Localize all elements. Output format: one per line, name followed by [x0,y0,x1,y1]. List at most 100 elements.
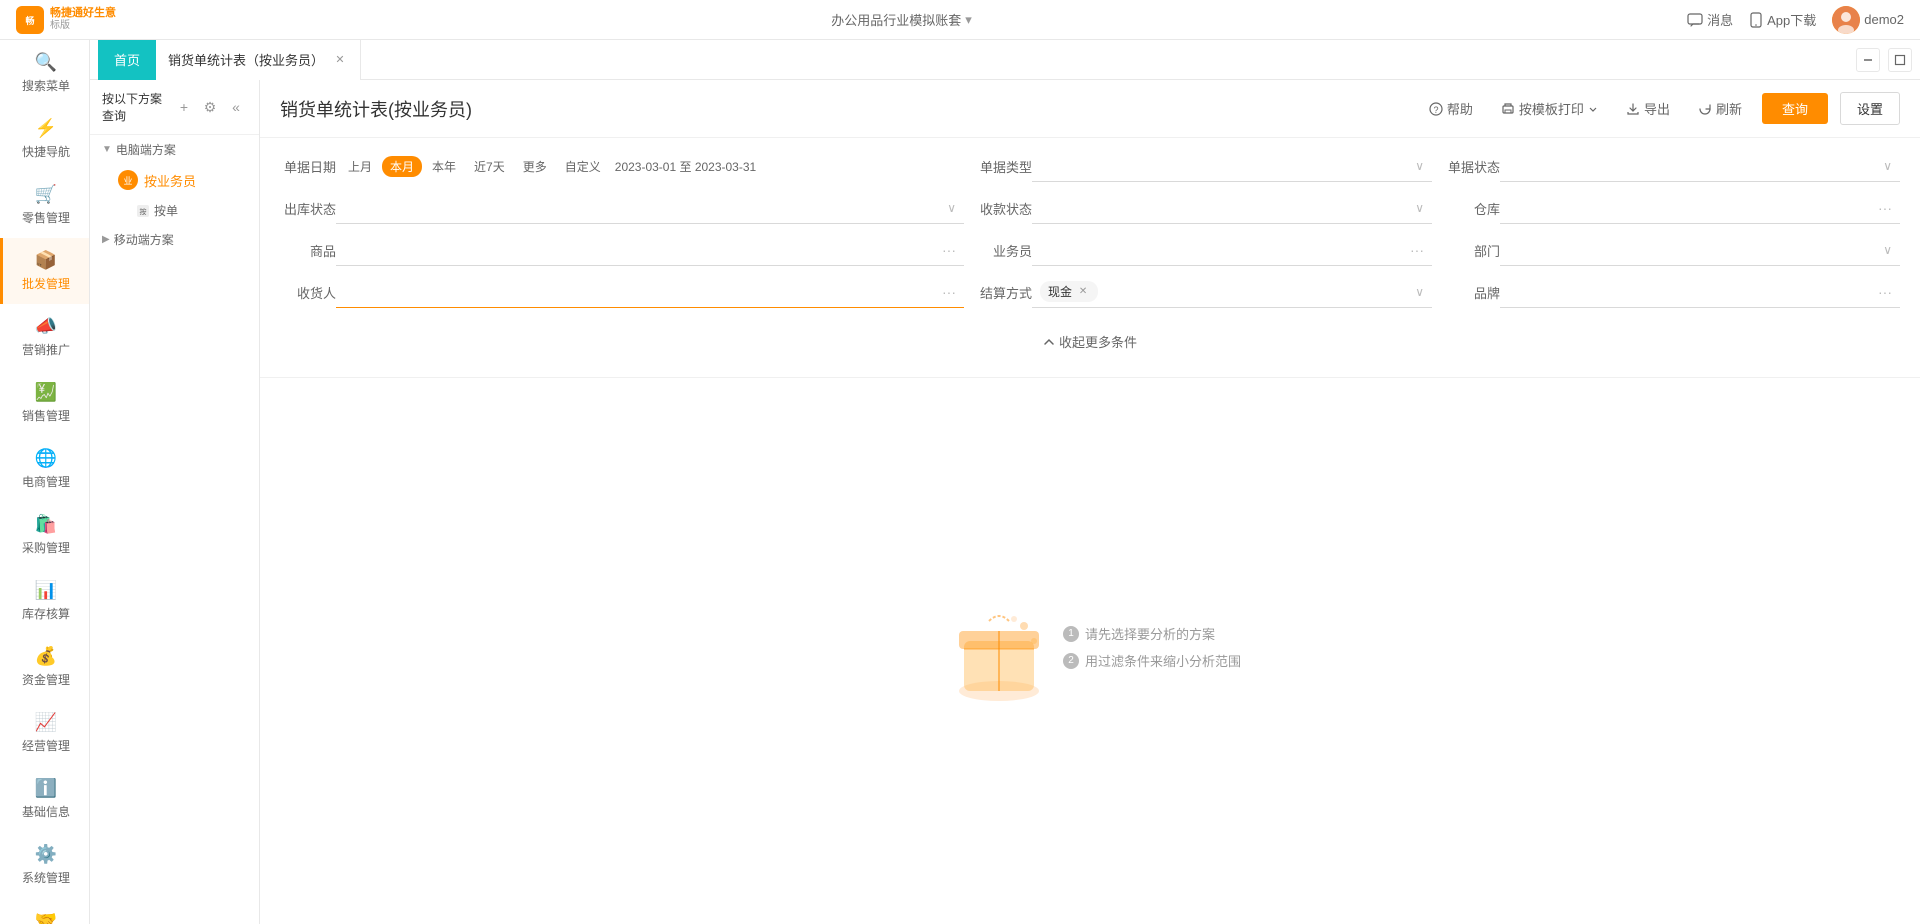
warehouse-field[interactable] [1508,200,1878,215]
tab-home-label: 首页 [114,50,140,69]
help-button[interactable]: ? 帮助 [1421,95,1481,122]
print-label: 按模板打印 [1519,99,1584,118]
page-content: 按以下方案查询 + ⚙ « ▼ 电脑端方案 业 按业务员 [90,80,1920,924]
empty-state: 1 请先选择要分析的方案 2 用过滤条件来缩小分析范围 [260,378,1920,924]
doc-type-input[interactable]: ∨ [1032,150,1432,182]
payment-status-input[interactable]: ∨ [1032,192,1432,224]
export-icon [1626,102,1640,116]
doc-type-field[interactable] [1040,158,1415,173]
user-menu[interactable]: demo2 [1832,6,1904,34]
page-title: 销货单统计表(按业务员) [280,96,472,122]
sidebar-item-finance[interactable]: 💰 资金管理 [0,634,89,700]
scheme-settings-button[interactable]: ⚙ [199,96,221,118]
tab-maximize-button[interactable] [1888,48,1912,72]
settlement-tag: 现金 ✕ [1040,281,1098,302]
print-chevron-icon [1588,104,1598,114]
salesperson-input[interactable]: ··· [1032,234,1432,266]
scheme-active-item[interactable]: 业 按业务员 [90,164,259,196]
app-download-button[interactable]: App下载 [1749,10,1816,29]
sidebar-item-ecommerce[interactable]: 🌐 电商管理 [0,436,89,502]
operations-icon: 📈 [35,712,57,733]
sidebar-item-quick-nav[interactable]: ⚡ 快捷导航 [0,106,89,172]
sidebar-item-sales[interactable]: 💹 销售管理 [0,370,89,436]
header-right: 消息 App下载 demo2 [1687,6,1904,34]
warehouse-input[interactable]: ··· [1500,192,1900,224]
date-range-text: 2023-03-01 至 2023-03-31 [615,158,756,175]
message-button[interactable]: 消息 [1687,10,1733,29]
date-last-month-button[interactable]: 上月 [340,156,380,177]
collapse-button[interactable]: 收起更多条件 [1027,326,1153,357]
salesperson-dots[interactable]: ··· [1410,242,1424,258]
sidebar-item-system[interactable]: ⚙️ 系统管理 [0,832,89,898]
filter-area: 单据日期 上月 本月 本年 近7天 更多 自定义 20 [260,138,1920,378]
tab-close-button[interactable]: ✕ [332,52,348,68]
hint-1-num: 1 [1063,626,1079,642]
collapse-label: 收起更多条件 [1059,332,1137,351]
out-status-input[interactable]: ∨ [336,192,964,224]
date-custom-button[interactable]: 自定义 [557,156,609,177]
salesperson-field[interactable] [1040,242,1410,257]
scheme-collapse-button[interactable]: « [225,96,247,118]
collapse-row: 收起更多条件 [280,318,1900,365]
sidebar-item-enterprise[interactable]: 🤝 企业协同 [0,898,89,924]
scheme-sub-item[interactable]: 按 按单 [90,196,259,225]
out-status-field[interactable] [344,200,947,215]
doc-status-input[interactable]: ∨ [1500,150,1900,182]
settlement-input[interactable]: 现金 ✕ ∨ [1032,276,1432,308]
date-this-month-button[interactable]: 本月 [382,156,422,177]
tab-active[interactable]: 销货单统计表（按业务员） ✕ [156,40,361,80]
goods-dots[interactable]: ··· [942,242,956,258]
workspace-title[interactable]: 办公用品行业模拟账套 ▾ [831,10,972,29]
refresh-button[interactable]: 刷新 [1690,95,1750,122]
sidebar-item-search[interactable]: 🔍 搜索菜单 [0,40,89,106]
doc-type-chevron-icon: ∨ [1415,159,1424,173]
receiver-dots[interactable]: ··· [942,284,956,300]
sidebar-item-operations[interactable]: 📈 经营管理 [0,700,89,766]
sidebar-item-wholesale[interactable]: 📦 批发管理 [0,238,89,304]
filter-row-3: 商品 ··· 业务员 ··· [280,234,1900,266]
query-button[interactable]: 查询 [1762,93,1828,124]
sidebar-item-retail[interactable]: 🛒 零售管理 [0,172,89,238]
date-more-button[interactable]: 更多 [515,156,555,177]
brand-input[interactable]: ··· [1500,276,1900,308]
filter-receiver-col: 收货人 ··· [280,276,964,308]
date-last-7-days-button[interactable]: 近7天 [466,156,513,177]
settlement-tag-close-button[interactable]: ✕ [1076,285,1090,299]
tab-home[interactable]: 首页 [98,40,156,80]
message-label: 消息 [1707,10,1733,29]
date-this-year-button[interactable]: 本年 [424,156,464,177]
receiver-input[interactable]: ··· [336,276,964,308]
department-field[interactable] [1508,242,1883,257]
warehouse-dots[interactable]: ··· [1878,200,1892,216]
scheme-add-button[interactable]: + [173,96,195,118]
payment-status-field[interactable] [1040,200,1415,215]
sidebar-item-inventory[interactable]: 📊 库存核算 [0,568,89,634]
sidebar-item-purchase[interactable]: 🛍️ 采购管理 [0,502,89,568]
receiver-field[interactable] [344,284,942,299]
out-status-label: 出库状态 [280,199,336,218]
scheme-mobile-category[interactable]: ▶ 移动端方案 [90,225,259,254]
workspace-chevron-icon: ▾ [965,12,972,28]
print-button[interactable]: 按模板打印 [1493,95,1606,122]
marketing-icon: 📣 [35,316,57,337]
sidebar-item-marketing[interactable]: 📣 营销推广 [0,304,89,370]
tab-minimize-button[interactable] [1856,48,1880,72]
print-icon [1501,102,1515,116]
ecommerce-icon: 🌐 [35,448,57,469]
doc-status-field[interactable] [1508,158,1883,173]
goods-field[interactable] [344,242,942,257]
empty-hint-2: 2 用过滤条件来缩小分析范围 [1063,651,1241,670]
sidebar-item-operations-label: 经营管理 [22,737,70,754]
export-button[interactable]: 导出 [1618,95,1678,122]
brand-field[interactable] [1508,284,1878,299]
sidebar-item-quicknav-label: 快捷导航 [22,143,70,160]
settings-button[interactable]: 设置 [1840,92,1900,125]
page-title-bar: 销货单统计表(按业务员) ? 帮助 [260,80,1920,138]
sidebar-item-basic[interactable]: ℹ️ 基础信息 [0,766,89,832]
main-area: 销货单统计表(按业务员) ? 帮助 [260,80,1920,924]
logo-icon: 畅 [16,6,44,34]
department-input[interactable]: ∨ [1500,234,1900,266]
brand-dots[interactable]: ··· [1878,284,1892,300]
scheme-active-scheme-icon: 业 [118,170,138,190]
goods-input[interactable]: ··· [336,234,964,266]
